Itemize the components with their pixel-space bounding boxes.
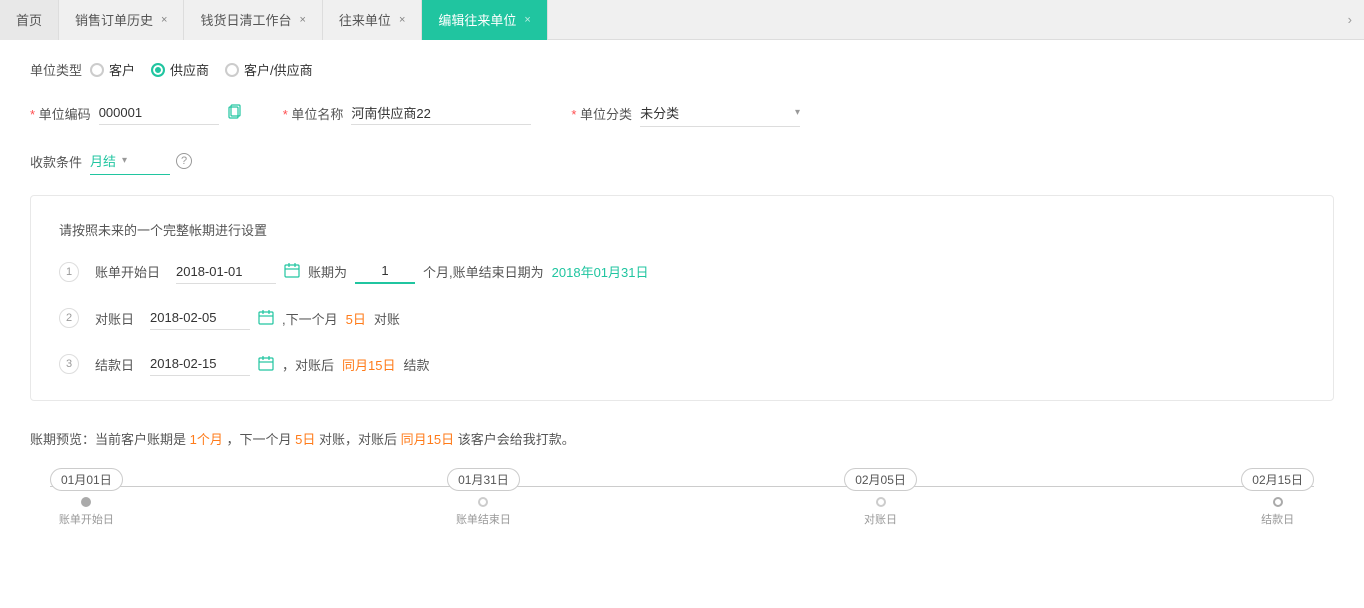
timeline-dot-0 (81, 497, 91, 507)
timeline-desc-0: 账单开始日 (59, 511, 114, 527)
unit-code-wrap (99, 101, 243, 125)
step-1-row: 1 账单开始日 账期为 个月,账单结束日期为 2018年01月31日 (59, 259, 1305, 284)
close-partner[interactable]: × (399, 14, 405, 26)
unit-code-copy-icon[interactable] (227, 104, 243, 123)
unit-category-value: 未分类 (640, 103, 679, 122)
period-settings-section: 请按照未来的一个完整帐期进行设置 1 账单开始日 账期为 个月,账单结束日期为 … (30, 195, 1334, 401)
timeline-dots: 01月01日 账单开始日 01月31日 账单结束日 02月05日 对账日 02月… (50, 468, 1314, 527)
radio-both[interactable]: 客户/供应商 (225, 60, 313, 79)
close-order-history[interactable]: × (161, 14, 167, 26)
timeline: 01月01日 账单开始日 01月31日 账单结束日 02月05日 对账日 02月… (30, 468, 1334, 527)
step-2-calendar-icon[interactable] (258, 309, 274, 328)
preview-suffix: 该客户会给我打款。 (458, 432, 575, 447)
close-cashier[interactable]: × (299, 14, 305, 26)
unit-name-label: 单位名称 (283, 104, 344, 123)
timeline-desc-2: 对账日 (864, 511, 897, 527)
step-1-calendar-icon[interactable] (284, 262, 300, 281)
timeline-dot-1 (478, 497, 488, 507)
preview-text: 账期预览：当前客户账期是 1个月 ，下一个月 5日 对账，对账后 同月15日 该… (30, 417, 1334, 448)
preview-sep1: ，下一个月 (227, 432, 292, 447)
step-1-end-date: 2018年01月31日 (552, 262, 649, 281)
timeline-label-2: 02月05日 (844, 468, 917, 491)
step-2-highlight: 5日 (346, 309, 366, 328)
unit-category-label: 单位分类 (571, 104, 632, 123)
radio-customer-circle (90, 63, 104, 77)
step-1-period-unit: 个月,账单结束日期为 (423, 262, 544, 281)
unit-type-radio-group: 客户 供应商 客户/供应商 (90, 60, 313, 79)
step-3-date-input[interactable] (150, 352, 250, 376)
close-edit-partner[interactable]: × (524, 14, 530, 26)
preview-part2: 5日 (295, 432, 315, 447)
unit-code-input[interactable] (99, 101, 219, 125)
step-2-label: 对账日 (95, 309, 134, 328)
step-1-mid-text: 账期为 (308, 262, 347, 281)
radio-supplier-circle (151, 63, 165, 77)
payment-condition-value: 月结 (90, 151, 116, 170)
step-3-row: 3 结款日 ，对账后 同月15日 结款 (59, 352, 1305, 376)
payment-condition-select[interactable]: 月结 ▾ (90, 147, 170, 175)
timeline-desc-3: 结款日 (1261, 511, 1294, 527)
preview-prefix: 账期预览：当前客户账期是 (30, 432, 186, 447)
main-content: 单位类型 客户 供应商 客户/供应商 单位编码 (0, 40, 1364, 608)
section-title: 请按照未来的一个完整帐期进行设置 (59, 220, 1305, 239)
timeline-dot-2 (876, 497, 886, 507)
timeline-label-0: 01月01日 (50, 468, 123, 491)
timeline-label-1: 01月31日 (447, 468, 520, 491)
timeline-desc-1: 账单结束日 (456, 511, 511, 527)
step-2-prefix: ,下一个月 (282, 309, 338, 328)
unit-type-label: 单位类型 (30, 60, 82, 79)
step-3-calendar-icon[interactable] (258, 355, 274, 374)
radio-customer-label: 客户 (109, 60, 135, 79)
payment-condition-label: 收款条件 (30, 152, 82, 171)
step-3-number: 3 (59, 354, 79, 374)
step-1-period-input[interactable] (355, 259, 415, 284)
step-2-suffix: 对账 (374, 309, 400, 328)
tab-order-history[interactable]: 销售订单历史 × (59, 0, 184, 40)
radio-supplier-label: 供应商 (170, 60, 209, 79)
tab-home[interactable]: 首页 (0, 0, 59, 40)
unit-code-group: 单位编码 (30, 101, 243, 125)
payment-condition-row: 收款条件 月结 ▾ ? (30, 147, 1334, 175)
timeline-label-3: 02月15日 (1241, 468, 1314, 491)
unit-name-group: 单位名称 (283, 101, 532, 125)
step-3-suffix: 结款 (404, 355, 430, 374)
unit-category-select[interactable]: 未分类 ▾ (640, 99, 800, 127)
timeline-node-3: 02月15日 结款日 (1241, 468, 1314, 527)
preview-sep2: 对账，对账后 (319, 432, 397, 447)
radio-supplier[interactable]: 供应商 (151, 60, 209, 79)
step-3-label: 结款日 (95, 355, 134, 374)
timeline-node-0: 01月01日 账单开始日 (50, 468, 123, 527)
unit-code-label: 单位编码 (30, 104, 91, 123)
radio-both-label: 客户/供应商 (244, 60, 313, 79)
payment-condition-chevron-icon: ▾ (122, 155, 127, 166)
unit-category-group: 单位分类 未分类 ▾ (571, 99, 800, 127)
step-3-prefix: ，对账后 (282, 355, 334, 374)
unit-name-input[interactable] (351, 101, 531, 125)
tab-edit-partner[interactable]: 编辑往来单位 × (422, 0, 547, 40)
unit-category-chevron-icon: ▾ (795, 107, 800, 118)
payment-help-icon[interactable]: ? (176, 153, 192, 169)
radio-both-circle (225, 63, 239, 77)
unit-type-row: 单位类型 客户 供应商 客户/供应商 (30, 60, 1334, 79)
tab-more-button[interactable]: › (1336, 12, 1364, 27)
step-1-number: 1 (59, 262, 79, 282)
step-2-date-input[interactable] (150, 306, 250, 330)
step-3-highlight: 同月15日 (342, 355, 395, 374)
tab-partner[interactable]: 往来单位 × (323, 0, 422, 40)
step-2-row: 2 对账日 ,下一个月 5日 对账 (59, 306, 1305, 330)
preview-part1: 1个月 (190, 432, 223, 447)
preview-part3: 同月15日 (401, 432, 454, 447)
step-1-date-input[interactable] (176, 260, 276, 284)
step-2-number: 2 (59, 308, 79, 328)
tab-cashier[interactable]: 钱货日清工作台 × (184, 0, 322, 40)
unit-info-row: 单位编码 单位名称 单位分类 未分类 ▾ (30, 99, 1334, 127)
step-1-label: 账单开始日 (95, 262, 160, 281)
timeline-node-1: 01月31日 账单结束日 (447, 468, 520, 527)
tab-bar: 首页 销售订单历史 × 钱货日清工作台 × 往来单位 × 编辑往来单位 × › (0, 0, 1364, 40)
timeline-node-2: 02月05日 对账日 (844, 468, 917, 527)
radio-customer[interactable]: 客户 (90, 60, 135, 79)
timeline-dot-3 (1273, 497, 1283, 507)
